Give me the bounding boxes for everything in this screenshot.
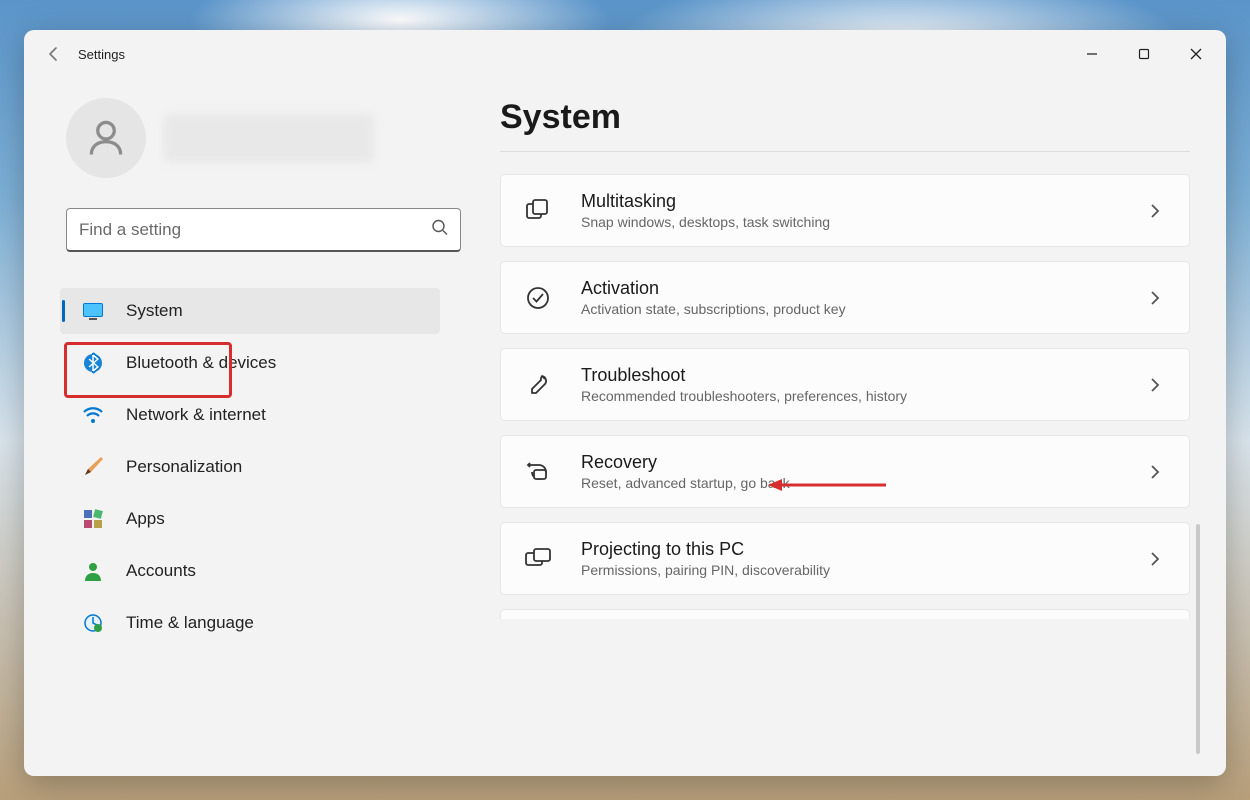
settings-window: Settings: [24, 30, 1226, 776]
content-pane: System Multitasking Snap windows, deskto…: [474, 78, 1226, 776]
avatar: [66, 98, 146, 178]
card-multitasking[interactable]: Multitasking Snap windows, desktops, tas…: [500, 174, 1190, 247]
chevron-right-icon: [1143, 460, 1167, 484]
sidebar-item-personalization[interactable]: Personalization: [60, 444, 440, 490]
card-text: Troubleshoot Recommended troubleshooters…: [581, 365, 907, 404]
wifi-icon: [82, 404, 104, 426]
page-title: System: [500, 98, 1190, 137]
card-text: Projecting to this PC Permissions, pairi…: [581, 539, 830, 578]
multitasking-icon: [523, 196, 553, 226]
titlebar: Settings: [24, 30, 1226, 78]
sidebar-item-label: Bluetooth & devices: [126, 353, 276, 373]
card-subtitle: Permissions, pairing PIN, discoverabilit…: [581, 562, 830, 578]
apps-icon: [82, 508, 104, 530]
system-icon: [82, 300, 104, 322]
chevron-right-icon: [1143, 286, 1167, 310]
clock-globe-icon: [82, 612, 104, 634]
projecting-icon: [523, 544, 553, 574]
card-title: Projecting to this PC: [581, 539, 830, 560]
sidebar: System Bluetooth & devices Network & int…: [24, 78, 474, 776]
back-button[interactable]: [38, 38, 70, 70]
window-body: System Bluetooth & devices Network & int…: [24, 78, 1226, 776]
sidebar-item-bluetooth[interactable]: Bluetooth & devices: [60, 340, 440, 386]
window-controls: [1066, 32, 1222, 76]
card-recovery[interactable]: Recovery Reset, advanced startup, go bac…: [500, 435, 1190, 508]
back-arrow-icon: [46, 46, 62, 62]
nav-list: System Bluetooth & devices Network & int…: [56, 272, 444, 662]
search-wrap: [66, 208, 461, 252]
search-icon: [431, 219, 449, 242]
maximize-icon: [1138, 48, 1150, 60]
paintbrush-icon: [82, 456, 104, 478]
card-title: Activation: [581, 278, 846, 299]
close-button[interactable]: [1170, 32, 1222, 76]
sidebar-item-label: System: [126, 301, 183, 321]
sidebar-item-label: Apps: [126, 509, 165, 529]
divider: [500, 151, 1190, 152]
card-text: Activation Activation state, subscriptio…: [581, 278, 846, 317]
chevron-right-icon: [1143, 547, 1167, 571]
card-subtitle: Reset, advanced startup, go back: [581, 475, 790, 491]
card-subtitle: Snap windows, desktops, task switching: [581, 214, 830, 230]
card-title: Recovery: [581, 452, 790, 473]
sidebar-item-label: Personalization: [126, 457, 242, 477]
minimize-button[interactable]: [1066, 32, 1118, 76]
card-activation[interactable]: Activation Activation state, subscriptio…: [500, 261, 1190, 334]
search-input[interactable]: [66, 208, 461, 252]
window-title: Settings: [78, 47, 125, 62]
card-troubleshoot[interactable]: Troubleshoot Recommended troubleshooters…: [500, 348, 1190, 421]
bluetooth-icon: [82, 352, 104, 374]
profile-name-redacted: [164, 114, 374, 162]
sidebar-item-time[interactable]: Time & language: [60, 600, 440, 646]
card-subtitle: Activation state, subscriptions, product…: [581, 301, 846, 317]
card-text: Multitasking Snap windows, desktops, tas…: [581, 191, 830, 230]
sidebar-item-label: Accounts: [126, 561, 196, 581]
accounts-icon: [82, 560, 104, 582]
card-subtitle: Recommended troubleshooters, preferences…: [581, 388, 907, 404]
sidebar-item-network[interactable]: Network & internet: [60, 392, 440, 438]
card-title: Multitasking: [581, 191, 830, 212]
scrollbar-thumb[interactable]: [1196, 524, 1200, 754]
chevron-right-icon: [1143, 373, 1167, 397]
card-projecting[interactable]: Projecting to this PC Permissions, pairi…: [500, 522, 1190, 595]
checkmark-circle-icon: [523, 283, 553, 313]
sidebar-item-label: Time & language: [126, 613, 254, 633]
recovery-icon: [523, 457, 553, 487]
sidebar-item-accounts[interactable]: Accounts: [60, 548, 440, 594]
close-icon: [1190, 48, 1202, 60]
profile-block[interactable]: [66, 98, 444, 178]
card-text: Recovery Reset, advanced startup, go bac…: [581, 452, 790, 491]
sidebar-item-system[interactable]: System: [60, 288, 440, 334]
maximize-button[interactable]: [1118, 32, 1170, 76]
sidebar-item-apps[interactable]: Apps: [60, 496, 440, 542]
chevron-right-icon: [1143, 199, 1167, 223]
card-partial-next[interactable]: [500, 609, 1190, 619]
minimize-icon: [1086, 48, 1098, 60]
user-icon: [84, 116, 128, 160]
sidebar-item-label: Network & internet: [126, 405, 266, 425]
card-title: Troubleshoot: [581, 365, 907, 386]
wrench-icon: [523, 370, 553, 400]
